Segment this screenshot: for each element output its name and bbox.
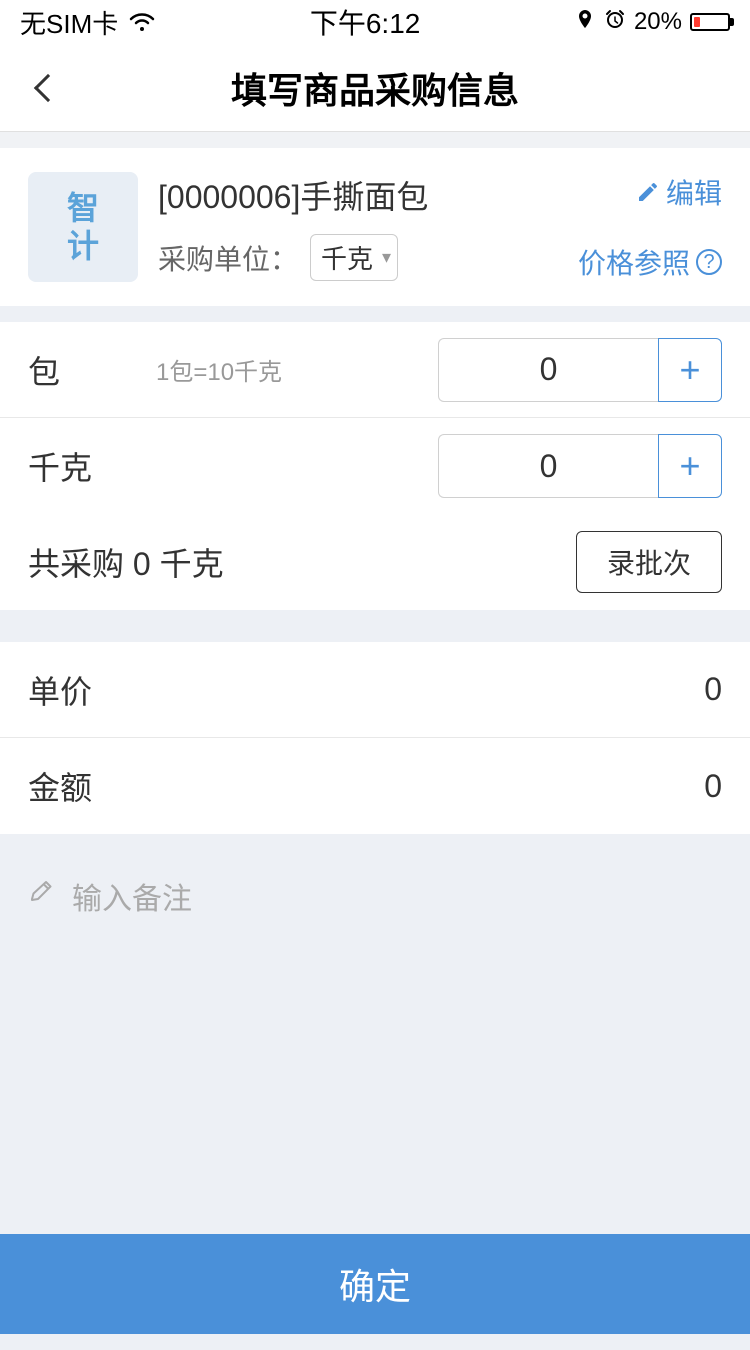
confirm-button[interactable]: 确定 bbox=[0, 1234, 750, 1334]
unit-value: 千克 bbox=[321, 239, 373, 276]
unit-label: 采购单位： bbox=[158, 238, 298, 278]
price-ref-button[interactable]: 价格参照 ? bbox=[578, 242, 722, 282]
package-label: 包 bbox=[28, 347, 148, 393]
summary-label: 共采购 bbox=[28, 546, 124, 582]
package-input-field[interactable]: 0 bbox=[438, 338, 658, 402]
amount-label: 金额 bbox=[28, 763, 92, 809]
status-bar: 无SIM卡 下午6:12 20% bbox=[0, 0, 750, 44]
status-time: 下午6:12 bbox=[310, 2, 421, 42]
edit-button[interactable]: 编辑 bbox=[636, 172, 722, 212]
back-button[interactable] bbox=[0, 44, 80, 132]
product-logo: 智 计 bbox=[67, 189, 99, 266]
batch-button[interactable]: 录批次 bbox=[576, 531, 722, 593]
page-title: 填写商品采购信息 bbox=[231, 62, 519, 114]
summary-text: 共采购 0 千克 bbox=[28, 539, 224, 585]
product-card: 智 计 [0000006]手撕面包 采购单位： 千克 编辑 价格参照 ? bbox=[0, 148, 750, 306]
empty-space bbox=[0, 942, 750, 1242]
main-content: 智 计 [0000006]手撕面包 采购单位： 千克 编辑 价格参照 ? bbox=[0, 148, 750, 1350]
location-icon bbox=[574, 8, 596, 37]
wifi-icon bbox=[128, 7, 156, 38]
status-left: 无SIM卡 bbox=[20, 4, 156, 41]
status-right: 20% bbox=[574, 8, 730, 37]
battery-label: 20% bbox=[634, 8, 682, 36]
nav-bar: 填写商品采购信息 bbox=[0, 44, 750, 132]
price-section: 单价 0 金额 0 bbox=[0, 642, 750, 834]
kg-input-field[interactable]: 0 bbox=[438, 434, 658, 498]
section-divider-2 bbox=[0, 610, 750, 626]
note-section[interactable]: 输入备注 bbox=[0, 850, 750, 942]
price-ref-label: 价格参照 bbox=[578, 242, 690, 282]
note-placeholder: 输入备注 bbox=[72, 874, 192, 918]
kg-field-wrapper: 0 + bbox=[148, 434, 722, 498]
unit-price-value: 0 bbox=[704, 671, 722, 708]
package-input-row: 包 1包=10千克 0 + bbox=[0, 322, 750, 418]
back-arrow-icon bbox=[34, 73, 62, 101]
unit-select[interactable]: 千克 bbox=[310, 234, 398, 281]
battery-icon bbox=[690, 13, 730, 31]
kg-plus-icon: + bbox=[679, 445, 700, 487]
summary-unit: 千克 bbox=[160, 546, 224, 582]
section-divider-1 bbox=[0, 306, 750, 322]
carrier-label: 无SIM卡 bbox=[20, 4, 118, 41]
kg-input-row: 千克 0 + bbox=[0, 418, 750, 514]
edit-icon bbox=[636, 180, 660, 204]
summary-amount: 0 bbox=[133, 546, 151, 582]
kg-label: 千克 bbox=[28, 443, 148, 489]
unit-price-row: 单价 0 bbox=[0, 642, 750, 738]
package-sublabel: 1包=10千克 bbox=[156, 352, 282, 387]
package-value: 0 bbox=[540, 351, 558, 388]
alarm-icon bbox=[604, 8, 626, 37]
pencil-icon bbox=[28, 879, 56, 914]
package-plus-button[interactable]: + bbox=[658, 338, 722, 402]
package-field-wrapper: 0 + bbox=[282, 338, 722, 402]
kg-plus-button[interactable]: + bbox=[658, 434, 722, 498]
help-icon: ? bbox=[696, 249, 722, 275]
unit-price-label: 单价 bbox=[28, 667, 92, 713]
edit-label: 编辑 bbox=[666, 172, 722, 212]
amount-value: 0 bbox=[704, 768, 722, 805]
product-image: 智 计 bbox=[28, 172, 138, 282]
amount-row: 金额 0 bbox=[0, 738, 750, 834]
package-plus-icon: + bbox=[679, 349, 700, 391]
summary-row: 共采购 0 千克 录批次 bbox=[0, 514, 750, 610]
input-section: 包 1包=10千克 0 + 千克 0 + bbox=[0, 322, 750, 514]
kg-value: 0 bbox=[540, 448, 558, 485]
